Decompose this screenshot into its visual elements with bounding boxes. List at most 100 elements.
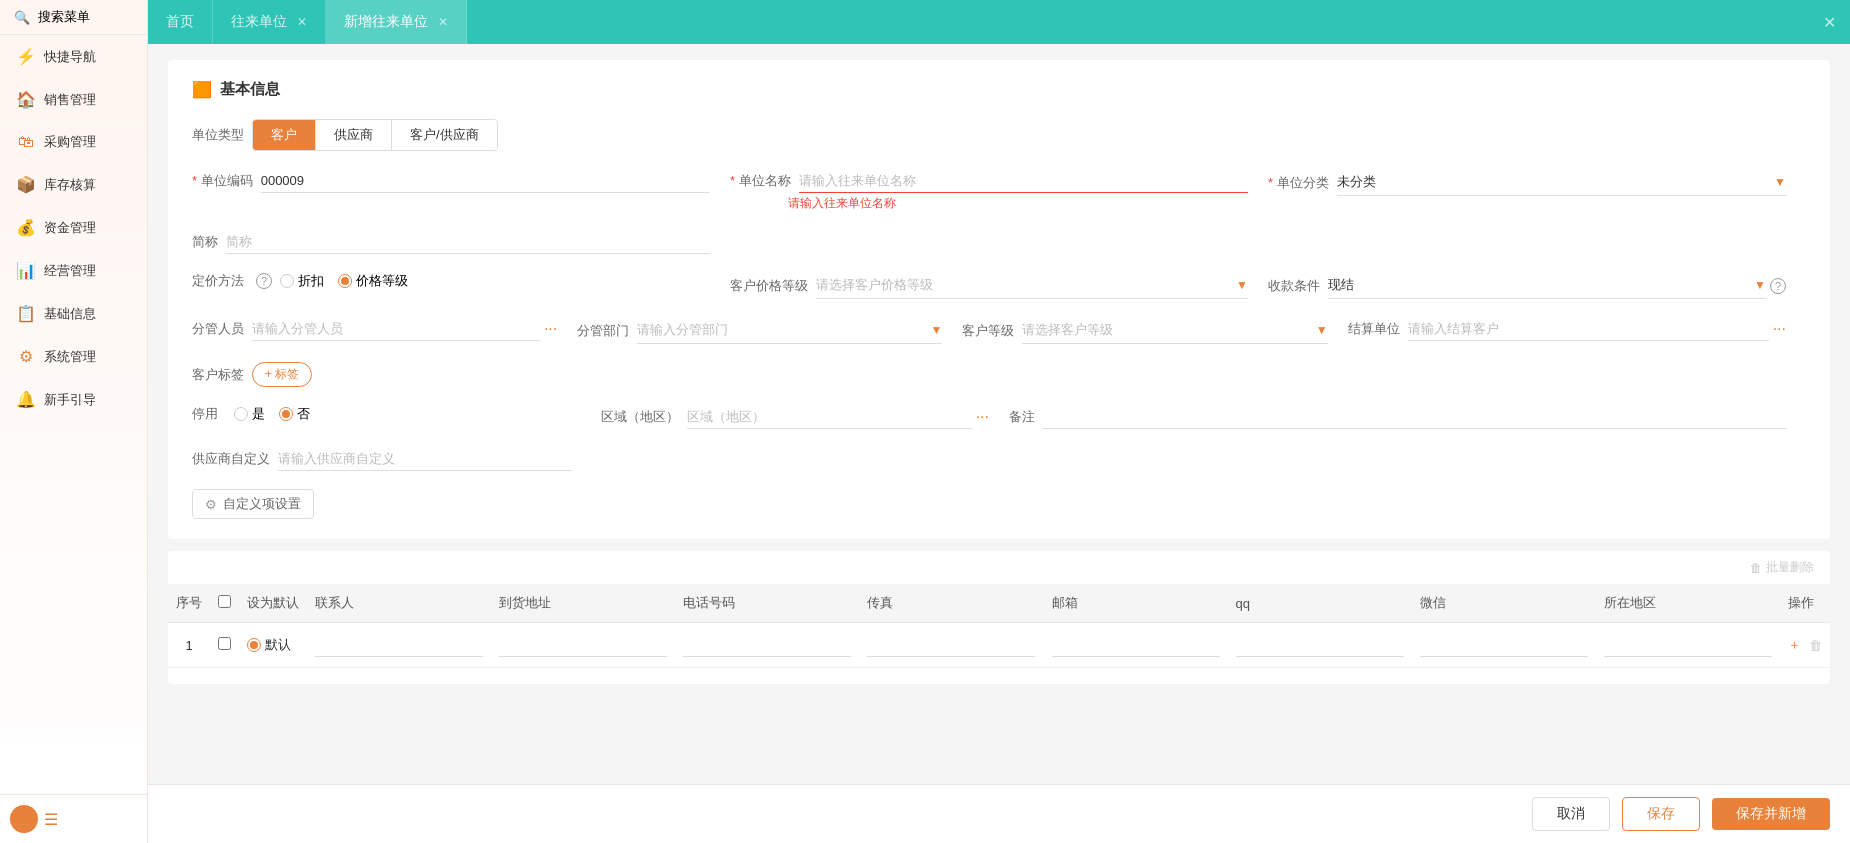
department-placeholder: 请输入分管部门 <box>637 321 926 339</box>
customer-tags-row: 客户标签 + 标签 <box>192 362 1806 387</box>
th-checkbox <box>210 584 239 623</box>
batch-delete-icon: 🗑 <box>1750 561 1762 575</box>
tab-partner[interactable]: 往来单位 ✕ <box>213 0 326 44</box>
batch-delete-button[interactable]: 🗑 批量删除 <box>1750 559 1814 576</box>
email-input[interactable] <box>1052 633 1220 657</box>
supplier-custom-input[interactable] <box>278 447 572 471</box>
area-input[interactable] <box>1604 633 1772 657</box>
pricing-row: 定价方法 ? 折扣 价格等级 <box>192 272 1806 299</box>
unit-type-customer-btn[interactable]: 客户 <box>253 120 316 150</box>
tab-home[interactable]: 首页 <box>148 0 213 44</box>
default-radio-item[interactable]: 默认 <box>247 636 299 654</box>
payment-terms-select[interactable]: 现结 ▼ <box>1328 272 1766 299</box>
region-input[interactable] <box>687 405 972 429</box>
table-row: 1 默认 <box>168 623 1830 668</box>
pricing-level-radio[interactable] <box>338 274 352 288</box>
sidebar-item-finance[interactable]: 💰 资金管理 <box>0 206 147 249</box>
supplier-custom-field: 供应商自定义 <box>192 447 592 471</box>
phone-input[interactable] <box>683 633 851 657</box>
abbreviation-label: 简称 <box>192 233 218 251</box>
payment-terms-field: 收款条件 现结 ▼ ? <box>1268 272 1806 299</box>
pricing-method-label: 定价方法 <box>192 272 244 290</box>
sidebar-item-quick-nav[interactable]: ⚡ 快捷导航 <box>0 35 147 78</box>
pricing-method-help[interactable]: ? <box>256 273 272 289</box>
tab-partner-close[interactable]: ✕ <box>297 15 307 29</box>
contact-input[interactable] <box>315 633 483 657</box>
manager-more-icon[interactable]: ··· <box>544 321 557 337</box>
pricing-level-option[interactable]: 价格等级 <box>338 272 408 290</box>
sidebar-item-guide[interactable]: 🔔 新手引导 <box>0 378 147 421</box>
sidebar-item-label: 搜索菜单 <box>38 8 90 26</box>
row-checkbox[interactable] <box>218 637 231 650</box>
unit-type-supplier-btn[interactable]: 供应商 <box>316 120 392 150</box>
page-content: 🟧 基本信息 单位类型 客户 供应商 客户/供应商 单位编码 <box>148 44 1850 784</box>
unit-name-input[interactable] <box>799 169 1248 193</box>
select-all-checkbox[interactable] <box>218 595 231 608</box>
unit-name-field: 单位名称 请输入往来单位名称 <box>730 169 1268 212</box>
qq-input[interactable] <box>1236 633 1404 657</box>
user-avatar <box>10 805 38 833</box>
custom-settings-label: 自定义项设置 <box>223 495 301 513</box>
save-new-button[interactable]: 保存并新增 <box>1712 798 1830 830</box>
sidebar-item-purchase[interactable]: 🛍 采购管理 <box>0 121 147 163</box>
settlement-more-icon[interactable]: ··· <box>1773 321 1786 337</box>
sidebar-item-sales[interactable]: 🏠 销售管理 <box>0 78 147 121</box>
wechat-input[interactable] <box>1420 633 1588 657</box>
sidebar-item-operations[interactable]: 📊 经营管理 <box>0 249 147 292</box>
payment-help-icon[interactable]: ? <box>1770 278 1786 294</box>
customer-level-select[interactable]: 请选择客户等级 ▼ <box>1022 317 1327 344</box>
disabled-region-row: 停用 是 否 <box>192 405 1806 429</box>
unit-code-input[interactable] <box>261 169 710 193</box>
sidebar-item-inventory[interactable]: 📦 库存核算 <box>0 163 147 206</box>
unit-type-both-btn[interactable]: 客户/供应商 <box>392 120 497 150</box>
tab-new-partner-close[interactable]: ✕ <box>438 15 448 29</box>
disabled-yes-option[interactable]: 是 <box>234 405 265 423</box>
customer-level-label: 客户等级 <box>962 322 1014 340</box>
disabled-no-radio[interactable] <box>279 407 293 421</box>
contacts-table-section: 🗑 批量删除 序号 设为默认 联系人 到货地址 电话号码 传真 <box>168 551 1830 684</box>
th-area: 所在地区 <box>1596 584 1780 623</box>
default-radio[interactable] <box>247 638 261 652</box>
customer-price-level-select[interactable]: 请选择客户价格等级 ▼ <box>816 272 1248 299</box>
settlement-unit-label: 结算单位 <box>1348 320 1400 338</box>
remark-input[interactable] <box>1043 405 1786 429</box>
custom-settings-button[interactable]: ⚙ 自定义项设置 <box>192 489 314 519</box>
close-all-tabs[interactable]: ✕ <box>1809 13 1850 32</box>
sidebar-item-system[interactable]: ⚙ 系统管理 <box>0 335 147 378</box>
cancel-button[interactable]: 取消 <box>1532 797 1610 831</box>
sidebar-item-search[interactable]: 🔍 搜索菜单 <box>0 0 147 35</box>
add-row-icon[interactable]: ＋ <box>1788 636 1801 654</box>
menu-bars-icon[interactable]: ☰ <box>44 810 58 829</box>
region-label: 区域（地区） <box>601 408 679 426</box>
tab-new-partner[interactable]: 新增往来单位 ✕ <box>326 0 467 44</box>
tab-partner-label: 往来单位 <box>231 13 287 31</box>
unit-category-select[interactable]: 未分类 ▼ <box>1337 169 1786 196</box>
th-phone: 电话号码 <box>675 584 859 623</box>
td-seq: 1 <box>168 623 210 668</box>
disabled-no-option[interactable]: 否 <box>279 405 310 423</box>
delete-row-icon[interactable]: 🗑 <box>1809 638 1822 653</box>
address-input[interactable] <box>499 633 667 657</box>
manager-input[interactable] <box>252 317 540 341</box>
pricing-discount-radio[interactable] <box>280 274 294 288</box>
department-select[interactable]: 请输入分管部门 ▼ <box>637 317 942 344</box>
add-tag-button[interactable]: + 标签 <box>252 362 312 387</box>
disabled-yes-radio[interactable] <box>234 407 248 421</box>
remark-field: 备注 <box>1009 405 1806 429</box>
abbreviation-input[interactable] <box>226 230 710 254</box>
customer-tag-label: 客户标签 <box>192 366 244 384</box>
manager-row: 分管人员 ··· 分管部门 请输入分管部门 ▼ 客户等级 请选择客户 <box>192 317 1806 344</box>
sidebar-item-base[interactable]: 📋 基础信息 <box>0 292 147 335</box>
settlement-unit-input[interactable] <box>1408 317 1769 341</box>
region-field: 区域（地区） ··· <box>601 405 1010 429</box>
pricing-discount-option[interactable]: 折扣 <box>280 272 324 290</box>
td-checkbox <box>210 623 239 668</box>
sidebar-item-label: 系统管理 <box>44 348 96 366</box>
fax-input[interactable] <box>867 633 1035 657</box>
region-more-icon[interactable]: ··· <box>976 409 989 425</box>
td-contact <box>307 623 491 668</box>
purchase-icon: 🛍 <box>16 133 36 151</box>
save-button[interactable]: 保存 <box>1622 797 1700 831</box>
unit-code-field: 单位编码 <box>192 169 730 193</box>
main-area: 首页 往来单位 ✕ 新增往来单位 ✕ ✕ 🟧 基本信息 单位类型 <box>148 0 1850 843</box>
